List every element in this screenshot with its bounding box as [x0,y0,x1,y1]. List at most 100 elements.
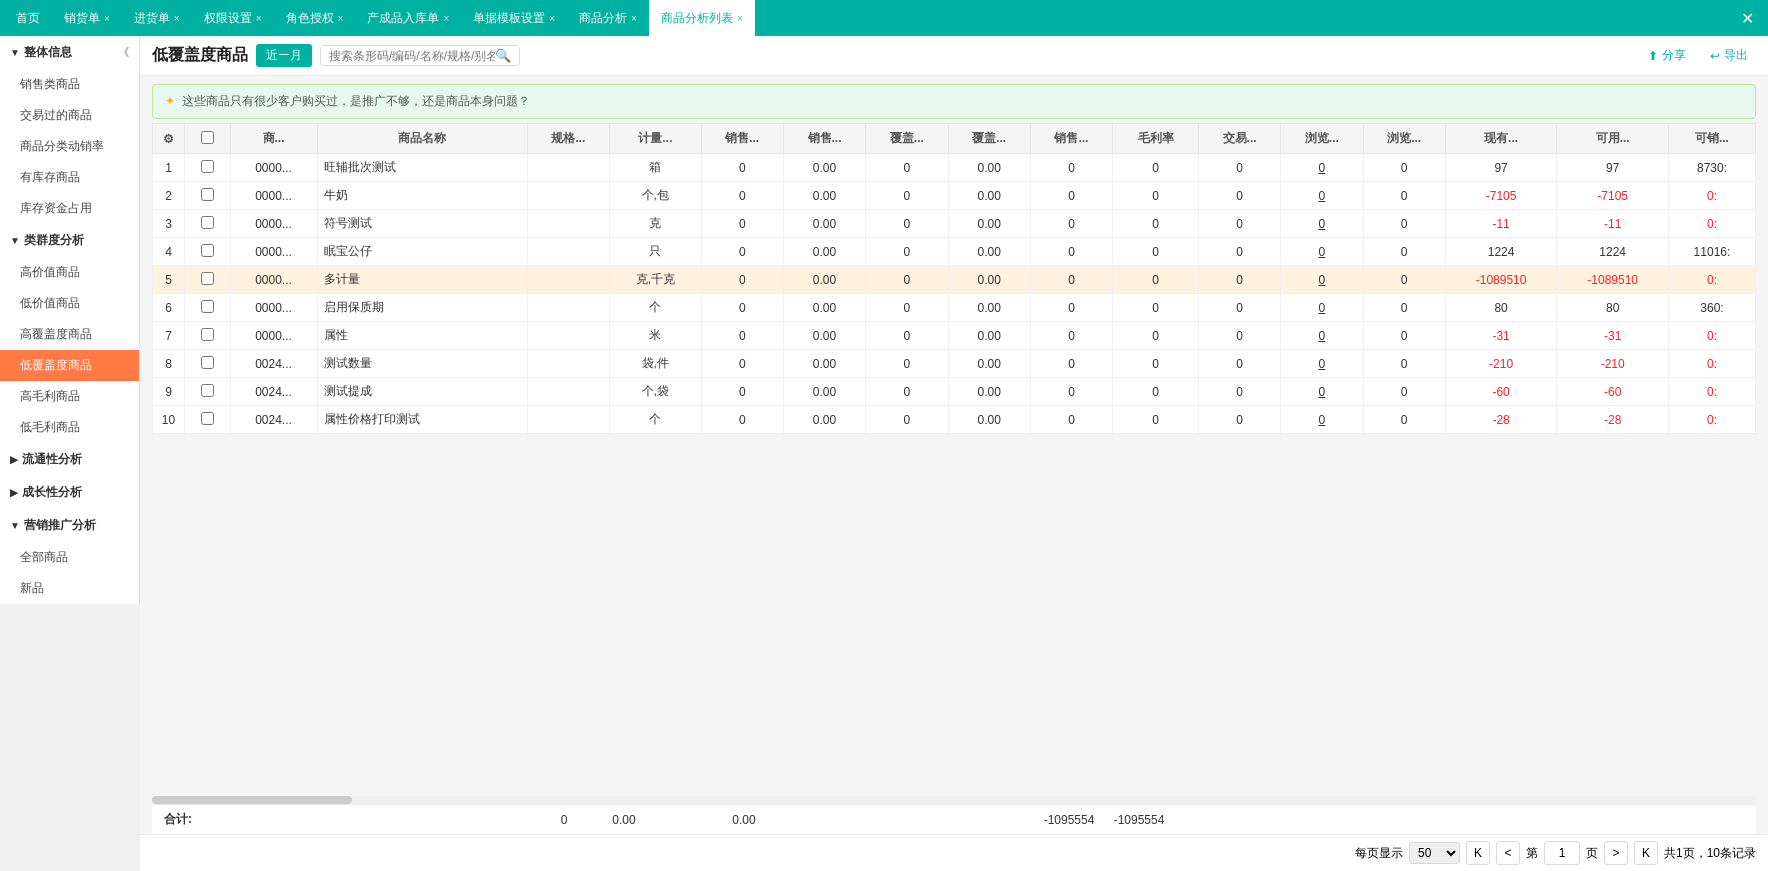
nav-permission[interactable]: 权限设置 × [192,0,274,36]
row-coverage1: 0 [866,378,948,406]
sidebar-collapse-icon[interactable]: 《 [118,45,129,60]
row-num: 2 [153,182,185,210]
nav-close-icon[interactable]: × [174,13,180,24]
row-checkbox[interactable] [201,356,214,369]
export-button[interactable]: ↩ 导出 [1702,44,1756,67]
row-name: 符号测试 [317,210,527,238]
row-view2: 0 [1363,322,1445,350]
nav-close-icon[interactable]: × [549,13,555,24]
period-button[interactable]: 近一月 [256,44,312,67]
row-view1[interactable]: 0 [1281,322,1363,350]
row-checkbox[interactable] [201,188,214,201]
sidebar-item-stocked-products[interactable]: 有库存商品 [0,162,139,193]
nav-purchase-order[interactable]: 进货单 × [122,0,192,36]
share-button[interactable]: ⬆ 分享 [1640,44,1694,67]
scrollbar-thumb[interactable] [152,796,352,804]
row-checkbox[interactable] [201,216,214,229]
sidebar-item-low-margin[interactable]: 低毛利商品 [0,412,139,443]
last-page-button[interactable]: K [1634,841,1658,865]
horizontal-scrollbar[interactable] [152,796,1756,804]
page-input[interactable] [1544,841,1580,865]
first-page-button[interactable]: K [1466,841,1490,865]
search-input[interactable] [329,49,495,63]
sidebar-section-overview[interactable]: ▼ 整体信息 《 [0,36,139,69]
row-name: 多计量 [317,266,527,294]
row-checkbox[interactable] [201,328,214,341]
nav-product-analysis[interactable]: 商品分析 × [567,0,649,36]
nav-close-icon[interactable]: × [737,13,743,24]
sidebar-item-all-products[interactable]: 全部商品 [0,542,139,573]
sidebar-item-high-coverage[interactable]: 高覆盖度商品 [0,319,139,350]
row-spec [527,378,609,406]
sidebar-section-marketing[interactable]: ▼ 营销推广分析 [0,509,139,542]
nav-close-icon[interactable]: × [443,13,449,24]
row-code: 0000... [230,238,317,266]
row-transaction: 0 [1198,154,1280,182]
next-page-button[interactable]: > [1604,841,1628,865]
sidebar-item-stock-capital[interactable]: 库存资金占用 [0,193,139,224]
row-view2: 0 [1363,378,1445,406]
row-sales-qty: 0 [701,406,783,434]
row-view1[interactable]: 0 [1281,350,1363,378]
pagination-bar: 每页显示 50 100 200 K < 第 页 > K 共1页，10条记录 [140,834,1768,871]
prev-page-button[interactable]: < [1496,841,1520,865]
row-view1[interactable]: 0 [1281,266,1363,294]
sidebar-item-high-value[interactable]: 高价值商品 [0,257,139,288]
nav-template[interactable]: 单据模板设置 × [461,0,567,36]
nav-close-icon[interactable]: × [338,13,344,24]
sidebar-item-traded-products[interactable]: 交易过的商品 [0,100,139,131]
row-view1[interactable]: 0 [1281,182,1363,210]
sidebar-item-low-value[interactable]: 低价值商品 [0,288,139,319]
nav-product-inbound[interactable]: 产成品入库单 × [355,0,461,36]
sidebar-item-high-margin[interactable]: 高毛利商品 [0,381,139,412]
arrow-right-icon: ▶ [10,487,18,498]
row-checkbox[interactable] [201,300,214,313]
nav-close-all-button[interactable]: ✕ [1731,9,1764,28]
sidebar-section-liquidity[interactable]: ▶ 流通性分析 [0,443,139,476]
sidebar-section-cluster[interactable]: ▼ 类群度分析 [0,224,139,257]
row-checkbox[interactable] [201,160,214,173]
row-view2: 0 [1363,238,1445,266]
nav-close-icon[interactable]: × [104,13,110,24]
row-unit: 袋,件 [609,350,701,378]
row-view1[interactable]: 0 [1281,238,1363,266]
row-checkbox[interactable] [201,244,214,257]
sidebar-section-growth[interactable]: ▶ 成长性分析 [0,476,139,509]
select-all-checkbox[interactable] [201,131,214,144]
row-stock-sale: 0: [1668,378,1755,406]
row-checkbox[interactable] [201,272,214,285]
row-checkbox-cell [185,322,231,350]
sidebar-item-new-products[interactable]: 新品 [0,573,139,604]
nav-sales-order[interactable]: 销货单 × [52,0,122,36]
settings-col-header[interactable]: ⚙ [153,124,185,154]
checkbox-col-header[interactable] [185,124,231,154]
row-view1[interactable]: 0 [1281,378,1363,406]
sidebar-item-category-turnover[interactable]: 商品分类动销率 [0,131,139,162]
sidebar-item-low-coverage[interactable]: 低覆盖度商品 [0,350,139,381]
sidebar-item-sales-products[interactable]: 销售类商品 [0,69,139,100]
row-spec [527,154,609,182]
row-view1[interactable]: 0 [1281,406,1363,434]
row-num: 1 [153,154,185,182]
nav-home[interactable]: 首页 [4,0,52,36]
nav-product-analysis-list[interactable]: 商品分析列表 × [649,0,755,36]
row-checkbox[interactable] [201,384,214,397]
row-num: 7 [153,322,185,350]
row-transaction: 0 [1198,406,1280,434]
arrow-down-icon: ▼ [10,235,20,246]
data-table-container[interactable]: ⚙ 商... 商品名称 规格... 计量... 销售... 销售... 覆盖..… [152,123,1756,796]
row-view1[interactable]: 0 [1281,154,1363,182]
per-page-select[interactable]: 50 100 200 [1409,842,1460,864]
nav-close-icon[interactable]: × [631,13,637,24]
row-sales-qty: 0 [701,350,783,378]
row-checkbox[interactable] [201,412,214,425]
nav-role[interactable]: 角色授权 × [274,0,356,36]
search-icon[interactable]: 🔍 [495,48,511,63]
row-view1[interactable]: 0 [1281,210,1363,238]
row-num: 9 [153,378,185,406]
row-view1[interactable]: 0 [1281,294,1363,322]
nav-close-icon[interactable]: × [256,13,262,24]
col-stock-sale: 可销... [1668,124,1755,154]
sidebar: ▼ 整体信息 《 销售类商品 交易过的商品 商品分类动销率 有库存商品 库存资金… [0,36,140,604]
col-stock-avail: 可用... [1557,124,1669,154]
